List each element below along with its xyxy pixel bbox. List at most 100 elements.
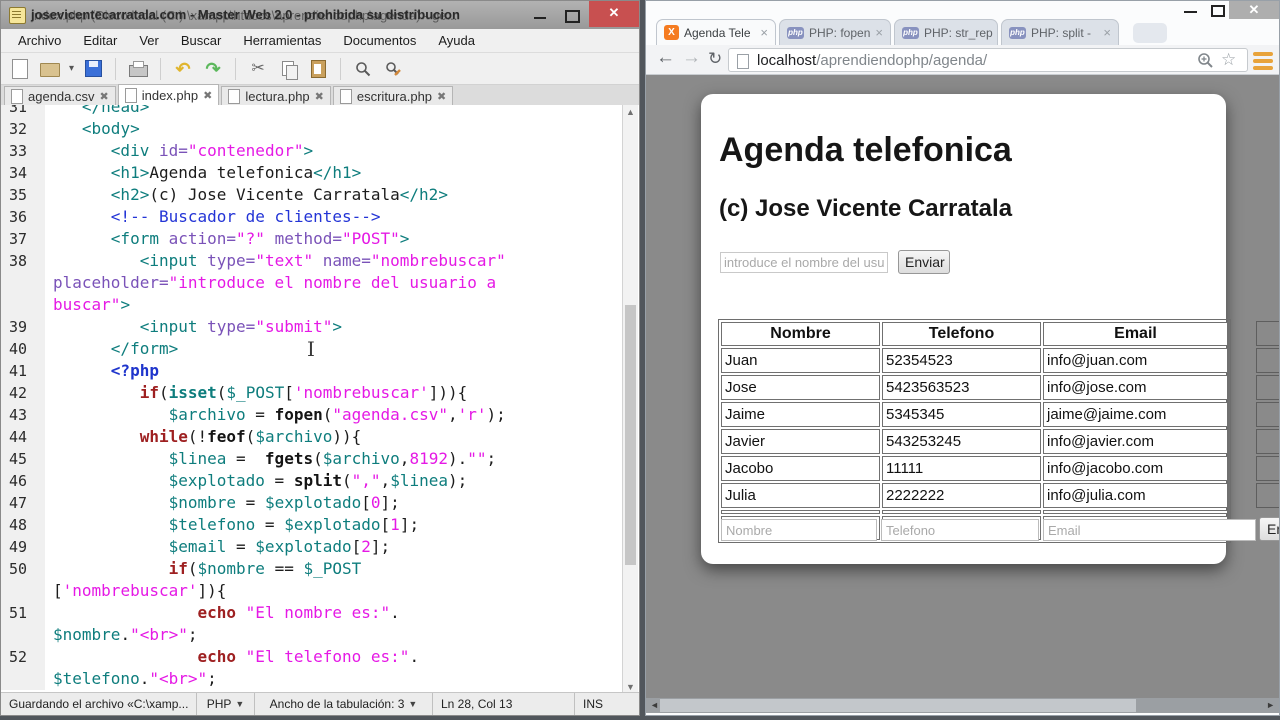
bookmark-star-icon[interactable]: ☆ <box>1221 50 1236 70</box>
status-tab-width-dropdown[interactable]: Ancho de la tabulación: 3 ▼ <box>255 693 433 715</box>
forward-icon[interactable]: → <box>682 47 701 69</box>
spacer-row <box>721 510 1228 514</box>
new-email-input[interactable] <box>1043 519 1256 541</box>
browser-close-button[interactable]: ✕ <box>1229 1 1279 19</box>
search-input[interactable] <box>720 252 888 273</box>
line-number: 49 <box>1 536 45 558</box>
code-text: $nombre = $explotado[0]; <box>168 493 400 512</box>
code-text: echo "El telefono es:". <box>197 647 420 666</box>
print-icon[interactable] <box>127 58 149 80</box>
tab-close-icon[interactable]: × <box>875 25 883 40</box>
line-number: 48 <box>1 514 45 536</box>
menu-buscar[interactable]: Buscar <box>170 33 232 48</box>
add-row-button[interactable]: Enviar <box>1259 517 1279 541</box>
code-line: ['nombrebuscar']){ <box>1 580 623 602</box>
page-favicon <box>737 54 749 69</box>
copy-icon[interactable] <box>277 58 299 80</box>
editor-vertical-scrollbar[interactable]: ▲ ▼ <box>622 105 638 694</box>
line-number: 46 <box>1 470 45 492</box>
address-bar[interactable]: localhost/aprendiendophp/agenda/ ☆ <box>728 48 1248 72</box>
new-tab-button[interactable] <box>1133 23 1167 43</box>
find-replace-icon[interactable] <box>382 58 404 80</box>
undo-icon[interactable]: ↶ <box>172 58 194 80</box>
status-filetype-dropdown[interactable]: PHP ▼ <box>197 693 255 715</box>
php-favicon: php <box>1009 26 1026 39</box>
empty-cell <box>1256 348 1279 373</box>
table-row: Javier 543253245 info@javier.com <box>721 429 1228 454</box>
new-telefono-input[interactable] <box>881 519 1039 541</box>
editor-tab-escritura.php[interactable]: escritura.php ✖ <box>332 86 454 105</box>
code-text: $linea = fgets($archivo,8192).""; <box>168 449 497 468</box>
menu-documentos[interactable]: Documentos <box>332 33 427 48</box>
table-cell: Javier <box>721 429 880 454</box>
code-text: $explotado = split(",",$linea); <box>168 471 468 490</box>
status-insert-mode: INS <box>583 697 604 711</box>
editor-tab-agenda.csv[interactable]: agenda.csv ✖ <box>4 86 116 105</box>
menu-herramientas[interactable]: Herramientas <box>232 33 332 48</box>
browser-minimize-button[interactable] <box>1184 11 1197 13</box>
editor-scrollbar-thumb[interactable] <box>625 305 636 565</box>
reload-icon[interactable]: ↻ <box>708 49 722 69</box>
open-file-icon[interactable] <box>39 58 61 80</box>
editor-tab-bar: agenda.csv ✖ index.php ✖ lectura.php ✖ escritu… <box>1 84 639 105</box>
browser-tab-PHP: fopen[interactable]: php PHP: fopen × <box>779 19 891 45</box>
tab-close-icon[interactable]: ✖ <box>437 90 446 103</box>
browser-tab-PHP: str_rep[interactable]: phpPHP: str_rep× <box>894 19 998 45</box>
menu-hamburger-icon[interactable] <box>1253 52 1273 73</box>
search-icon[interactable] <box>352 58 374 80</box>
editor-close-button[interactable]: ✕ <box>589 1 639 27</box>
code-editor[interactable]: 31 </head> 32 <body> 33 <div id="contenedo… <box>1 105 623 694</box>
editor-tab-index.php[interactable]: index.php ✖ <box>117 84 220 105</box>
redo-icon[interactable]: ↷ <box>202 58 224 80</box>
submit-button[interactable]: Enviar <box>898 250 950 274</box>
editor-minimize-button[interactable] <box>525 3 555 27</box>
scroll-right-icon[interactable]: ► <box>1266 700 1275 710</box>
table-row: Juan 52354523 info@juan.com <box>721 348 1228 373</box>
back-icon[interactable]: ← <box>656 47 675 69</box>
menu-ver[interactable]: Ver <box>128 33 170 48</box>
code-line: 44 while(!feof($archivo)){ <box>1 426 623 448</box>
scroll-left-icon[interactable]: ◄ <box>650 700 659 710</box>
new-nombre-input[interactable] <box>721 519 877 541</box>
empty-cell <box>1256 429 1279 454</box>
menu-archivo[interactable]: Archivo <box>7 33 72 48</box>
table-row: Jacobo 11111 info@jacobo.com <box>721 456 1228 481</box>
browser-tab-PHP: split -[interactable]: php PHP: split - × <box>1001 19 1119 45</box>
line-number: 31 <box>1 105 45 118</box>
menu-ayuda[interactable]: Ayuda <box>427 33 486 48</box>
code-line: 32 <body> <box>1 118 623 140</box>
editor-titlebar[interactable]: index.php (Disco local (C:) \xampp\htdoc… <box>1 1 639 29</box>
empty-cell <box>1256 456 1279 481</box>
cut-icon[interactable]: ✂ <box>247 58 269 80</box>
scroll-down-icon[interactable]: ▼ <box>623 682 638 692</box>
browser-titlebar[interactable]: ✕ <box>646 1 1279 19</box>
url-text[interactable]: localhost/aprendiendophp/agenda/ <box>757 52 987 69</box>
code-text: <h1>Agenda telefonica</h1> <box>110 163 362 182</box>
code-line: 37 <form action="?" method="POST"> <box>1 228 623 250</box>
tab-close-icon[interactable]: × <box>760 25 768 40</box>
tab-close-icon[interactable]: ✖ <box>315 90 324 103</box>
tab-close-icon[interactable]: ✖ <box>203 89 212 102</box>
code-text: <input type="submit"> <box>139 317 343 336</box>
table-cell: 2222222 <box>882 483 1041 508</box>
tab-close-icon[interactable]: ✖ <box>100 90 109 103</box>
open-dropdown-icon[interactable]: ▾ <box>69 63 74 74</box>
editor-tab-lectura.php[interactable]: lectura.php ✖ <box>221 86 331 105</box>
tab-close-icon[interactable]: × <box>1103 25 1111 40</box>
code-text: <form action="?" method="POST"> <box>110 229 410 248</box>
code-line: 41 <?php <box>1 360 623 382</box>
paste-icon[interactable] <box>307 58 329 80</box>
hscrollbar-thumb[interactable] <box>660 699 1136 712</box>
table-cell: Jacobo <box>721 456 880 481</box>
editor-maximize-button[interactable] <box>557 3 587 27</box>
editor-tab-label: index.php <box>141 87 199 103</box>
zoom-icon[interactable] <box>1197 52 1214 74</box>
save-icon[interactable] <box>82 58 104 80</box>
empty-cell <box>1256 321 1279 346</box>
horizontal-scrollbar[interactable]: ◄ ► <box>646 698 1279 713</box>
browser-maximize-button[interactable] <box>1211 5 1225 17</box>
browser-tab-Agenda Tele[interactable]: X Agenda Tele × <box>656 19 776 45</box>
menu-editar[interactable]: Editar <box>72 33 128 48</box>
new-file-icon[interactable] <box>9 58 31 80</box>
scroll-up-icon[interactable]: ▲ <box>623 107 638 117</box>
